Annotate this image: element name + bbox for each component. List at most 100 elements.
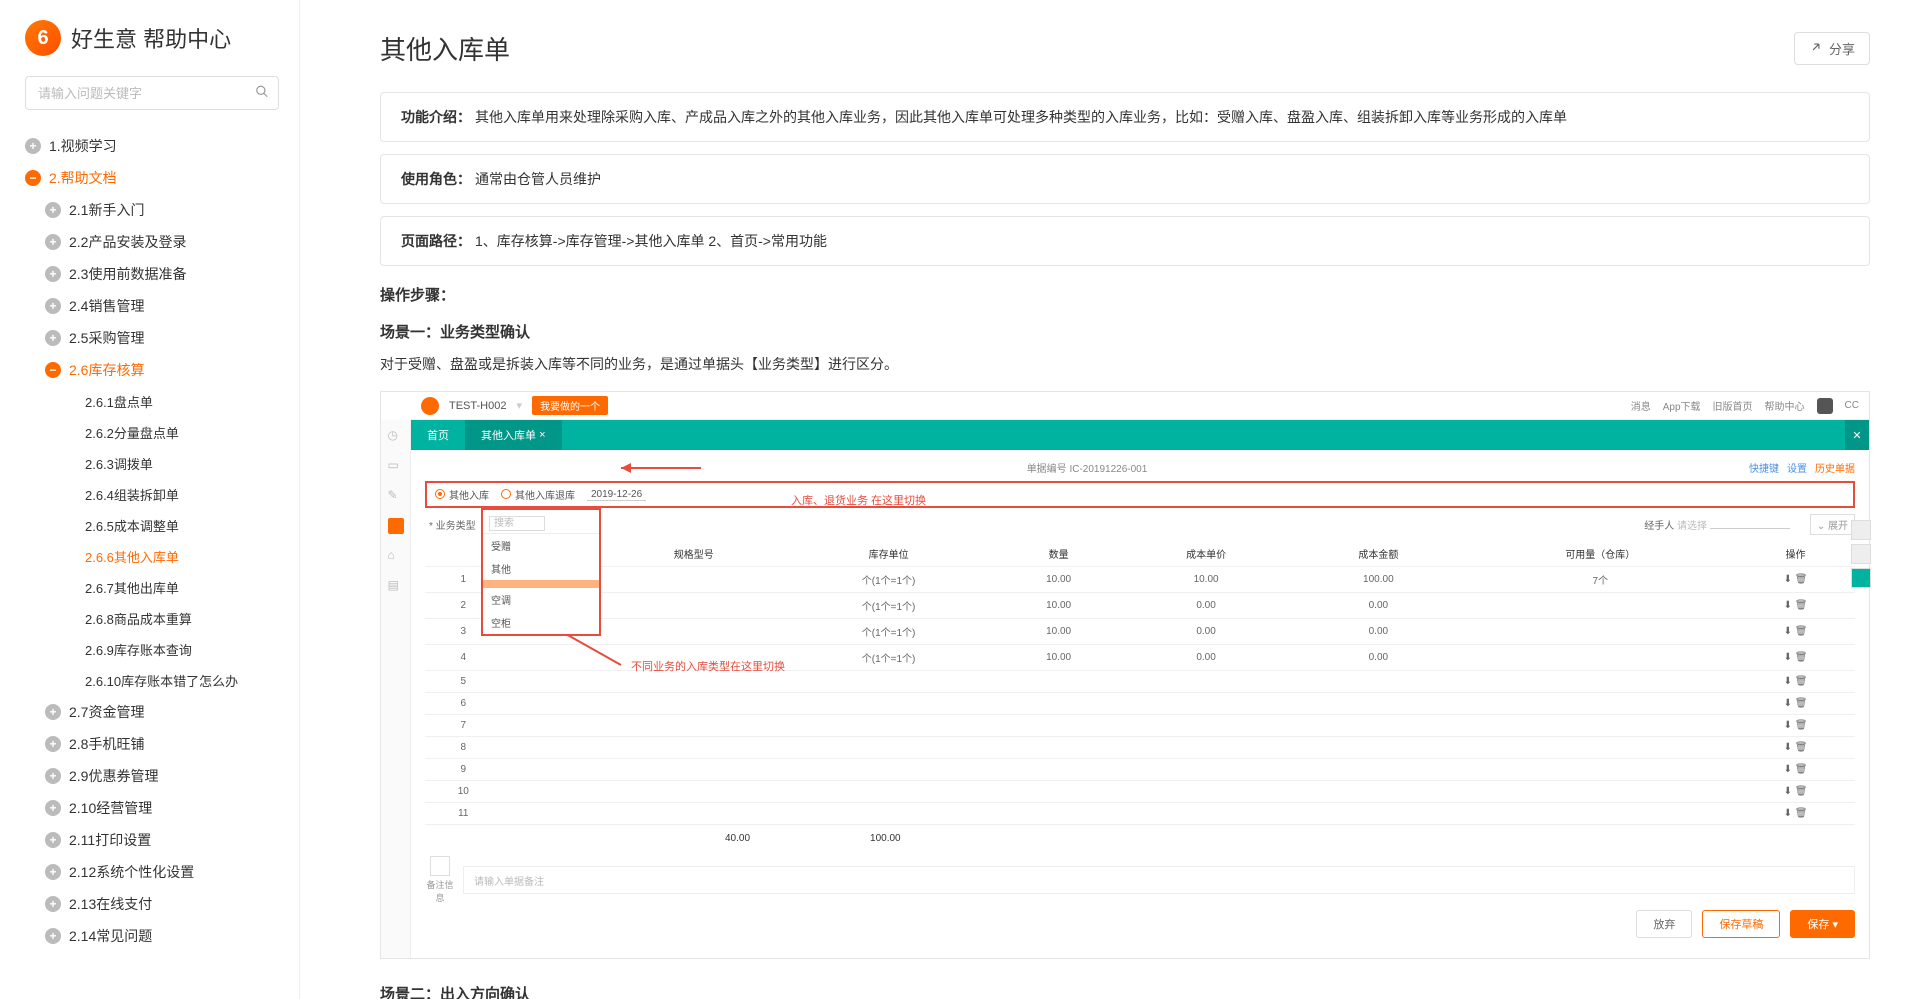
nav-item[interactable]: +2.6.4组装拆卸单 — [25, 479, 279, 510]
nav-item[interactable]: +2.1新手入门 — [25, 194, 279, 226]
embed-expand-btn[interactable]: ⌄ 展开 — [1810, 514, 1855, 535]
table-row[interactable]: 6 ⬇ 🗑 — [425, 693, 1855, 715]
nav-item[interactable]: +2.5采购管理 — [25, 322, 279, 354]
radio-in-icon[interactable] — [435, 489, 445, 499]
embed-biztype-label: 业务类型 — [436, 521, 476, 532]
nav-item[interactable]: +2.6.2分量盘点单 — [25, 417, 279, 448]
embed-shortcut[interactable]: 快捷键 — [1749, 460, 1779, 475]
embed-link-msg[interactable]: 消息 — [1631, 398, 1651, 413]
intro-box: 功能介绍：其他入库单用来处理除采购入库、产成品入库之外的其他入库业务，因此其他入… — [380, 92, 1870, 142]
path-text: 1、库存核算->库存管理->其他入库单 2、首页->常用功能 — [475, 233, 827, 249]
nav-item[interactable]: −2.6库存核算 — [25, 354, 279, 386]
embed-logo-icon — [421, 397, 439, 415]
nav-item[interactable]: +2.6.1盘点单 — [25, 386, 279, 417]
embed-tab-home[interactable]: 首页 — [411, 420, 465, 450]
nav-item[interactable]: +2.7资金管理 — [25, 696, 279, 728]
embed-docno: IC-20191226-001 — [1069, 464, 1147, 475]
embed-date[interactable]: 2019-12-26 — [587, 489, 646, 501]
radio-return-label: 其他入库退库 — [515, 491, 575, 502]
dd-item-1[interactable]: 其他 — [483, 557, 599, 580]
nav-item[interactable]: +1.视频学习 — [25, 130, 279, 162]
embed-topbar: TEST-H002 ▾ 我要做的一个 消息 App下载 旧版首页 帮助中心 CC — [411, 392, 1869, 420]
dd-item-3[interactable]: 空调 — [483, 588, 599, 611]
embed-setting[interactable]: 设置 — [1787, 460, 1807, 475]
embed-top-orange-btn[interactable]: 我要做的一个 — [532, 396, 608, 415]
table-row[interactable]: 8 ⬇ 🗑 — [425, 737, 1855, 759]
dd-item-4[interactable]: 空柜 — [483, 611, 599, 634]
embed-save-button[interactable]: 保存 ▾ — [1790, 910, 1855, 938]
search-input[interactable] — [25, 76, 279, 110]
embed-link-old[interactable]: 旧版首页 — [1713, 398, 1753, 413]
embed-person-label: 经手人 — [1644, 521, 1674, 532]
minus-icon: − — [45, 362, 61, 378]
embed-toggle-icon[interactable]: ✕ — [1845, 420, 1869, 450]
plus-icon: + — [45, 832, 61, 848]
embed-history[interactable]: 历史单据 — [1815, 460, 1855, 475]
nav-item[interactable]: +2.6.5成本调整单 — [25, 510, 279, 541]
radio-return-icon[interactable] — [501, 489, 511, 499]
table-row[interactable]: 1个(1个=1个)10.0010.00100.007个⬇ 🗑 — [425, 567, 1855, 593]
embed-link-app[interactable]: App下载 — [1663, 398, 1701, 413]
nav-item-label: 2.6.8商品成本重算 — [85, 609, 192, 628]
embed-biztype-dropdown[interactable]: 搜索 受赠 其他 空调 空柜 — [481, 508, 601, 636]
plus-icon: + — [45, 202, 61, 218]
embed-docno-label: 单据编号 — [1027, 464, 1067, 475]
nav-item-label: 2.14常见问题 — [69, 926, 152, 946]
share-button[interactable]: 分享 — [1794, 32, 1870, 65]
embed-link-help[interactable]: 帮助中心 — [1765, 398, 1805, 413]
nav-item[interactable]: +2.6.10库存账本错了怎么办 — [25, 665, 279, 696]
nav-item[interactable]: +2.9优惠券管理 — [25, 760, 279, 792]
embed-draft-button[interactable]: 保存草稿 — [1702, 910, 1780, 938]
close-icon[interactable]: × — [539, 429, 545, 441]
nav-item-label: 2.2产品安装及登录 — [69, 232, 186, 252]
table-row[interactable]: 7 ⬇ 🗑 — [425, 715, 1855, 737]
embed-org-name: TEST-H002 — [449, 400, 506, 412]
nav-item[interactable]: +2.3使用前数据准备 — [25, 258, 279, 290]
nav-item[interactable]: +2.8手机旺铺 — [25, 728, 279, 760]
nav-item[interactable]: +2.6.3调拨单 — [25, 448, 279, 479]
nav-item[interactable]: +2.6.6其他入库单 — [25, 541, 279, 572]
embed-user: CC — [1845, 400, 1859, 411]
nav-item[interactable]: +2.10经营管理 — [25, 792, 279, 824]
intro-text: 其他入库单用来处理除采购入库、产成品入库之外的其他入库业务，因此其他入库单可处理… — [475, 109, 1567, 125]
role-text: 通常由仓管人员维护 — [475, 171, 601, 187]
embed-left-iconbar: ◷▭✎⌂▤ — [381, 420, 411, 958]
embed-total-amt: 100.00 — [870, 833, 901, 844]
embed-discard-button[interactable]: 放弃 — [1636, 910, 1692, 938]
embed-remark-input[interactable]: 请输入单据备注 — [463, 866, 1855, 894]
embed-tabbar: 首页 其他入库单 × ✕ — [411, 420, 1869, 450]
table-row[interactable]: 2个(1个=1个)10.000.000.00⬇ 🗑 — [425, 593, 1855, 619]
dd-item-2[interactable] — [483, 580, 599, 588]
embed-table: 商品规格型号库存单位数量成本单价成本金额可用量（仓库）操作 1个(1个=1个)1… — [425, 541, 1855, 825]
nav-item[interactable]: +2.13在线支付 — [25, 888, 279, 920]
nav-item[interactable]: +2.6.7其他出库单 — [25, 572, 279, 603]
nav-item-label: 2.6.10库存账本错了怎么办 — [85, 671, 238, 690]
nav-item[interactable]: +2.14常见问题 — [25, 920, 279, 952]
dd-item-0[interactable]: 受赠 — [483, 534, 599, 557]
nav-item-label: 2.3使用前数据准备 — [69, 264, 186, 284]
table-row[interactable]: 9 ⬇ 🗑 — [425, 759, 1855, 781]
nav-item-label: 2.8手机旺铺 — [69, 734, 144, 754]
table-row[interactable]: 10 ⬇ 🗑 — [425, 781, 1855, 803]
nav-item-label: 2.11打印设置 — [69, 830, 151, 850]
embed-person-val[interactable]: 请选择 — [1677, 521, 1707, 532]
main-content: 其他入库单 分享 功能介绍：其他入库单用来处理除采购入库、产成品入库之外的其他入… — [300, 0, 1920, 999]
nav-item-label: 2.7资金管理 — [69, 702, 144, 722]
table-row[interactable]: 3个(1个=1个)10.000.000.00⬇ 🗑 — [425, 619, 1855, 645]
embed-note1: 入库、退货业务 在这里切换 — [791, 492, 926, 508]
sidebar: 6 好生意 帮助中心 +1.视频学习−2.帮助文档+2.1新手入门+2.2产品安… — [0, 0, 300, 999]
nav-item[interactable]: +2.12系统个性化设置 — [25, 856, 279, 888]
embed-total-qty: 40.00 — [725, 833, 750, 844]
nav-item-label: 2.12系统个性化设置 — [69, 862, 194, 882]
nav-item[interactable]: +2.11打印设置 — [25, 824, 279, 856]
nav-item[interactable]: +2.6.9库存账本查询 — [25, 634, 279, 665]
nav-item[interactable]: −2.帮助文档 — [25, 162, 279, 194]
nav-item[interactable]: +2.2产品安装及登录 — [25, 226, 279, 258]
nav-item[interactable]: +2.6.8商品成本重算 — [25, 603, 279, 634]
share-label: 分享 — [1829, 39, 1855, 58]
table-row[interactable]: 11 ⬇ 🗑 — [425, 803, 1855, 825]
plus-icon: + — [45, 298, 61, 314]
nav-item[interactable]: +2.4销售管理 — [25, 290, 279, 322]
embed-tab-doc[interactable]: 其他入库单 × — [465, 420, 562, 450]
logo-icon: 6 — [25, 20, 61, 56]
